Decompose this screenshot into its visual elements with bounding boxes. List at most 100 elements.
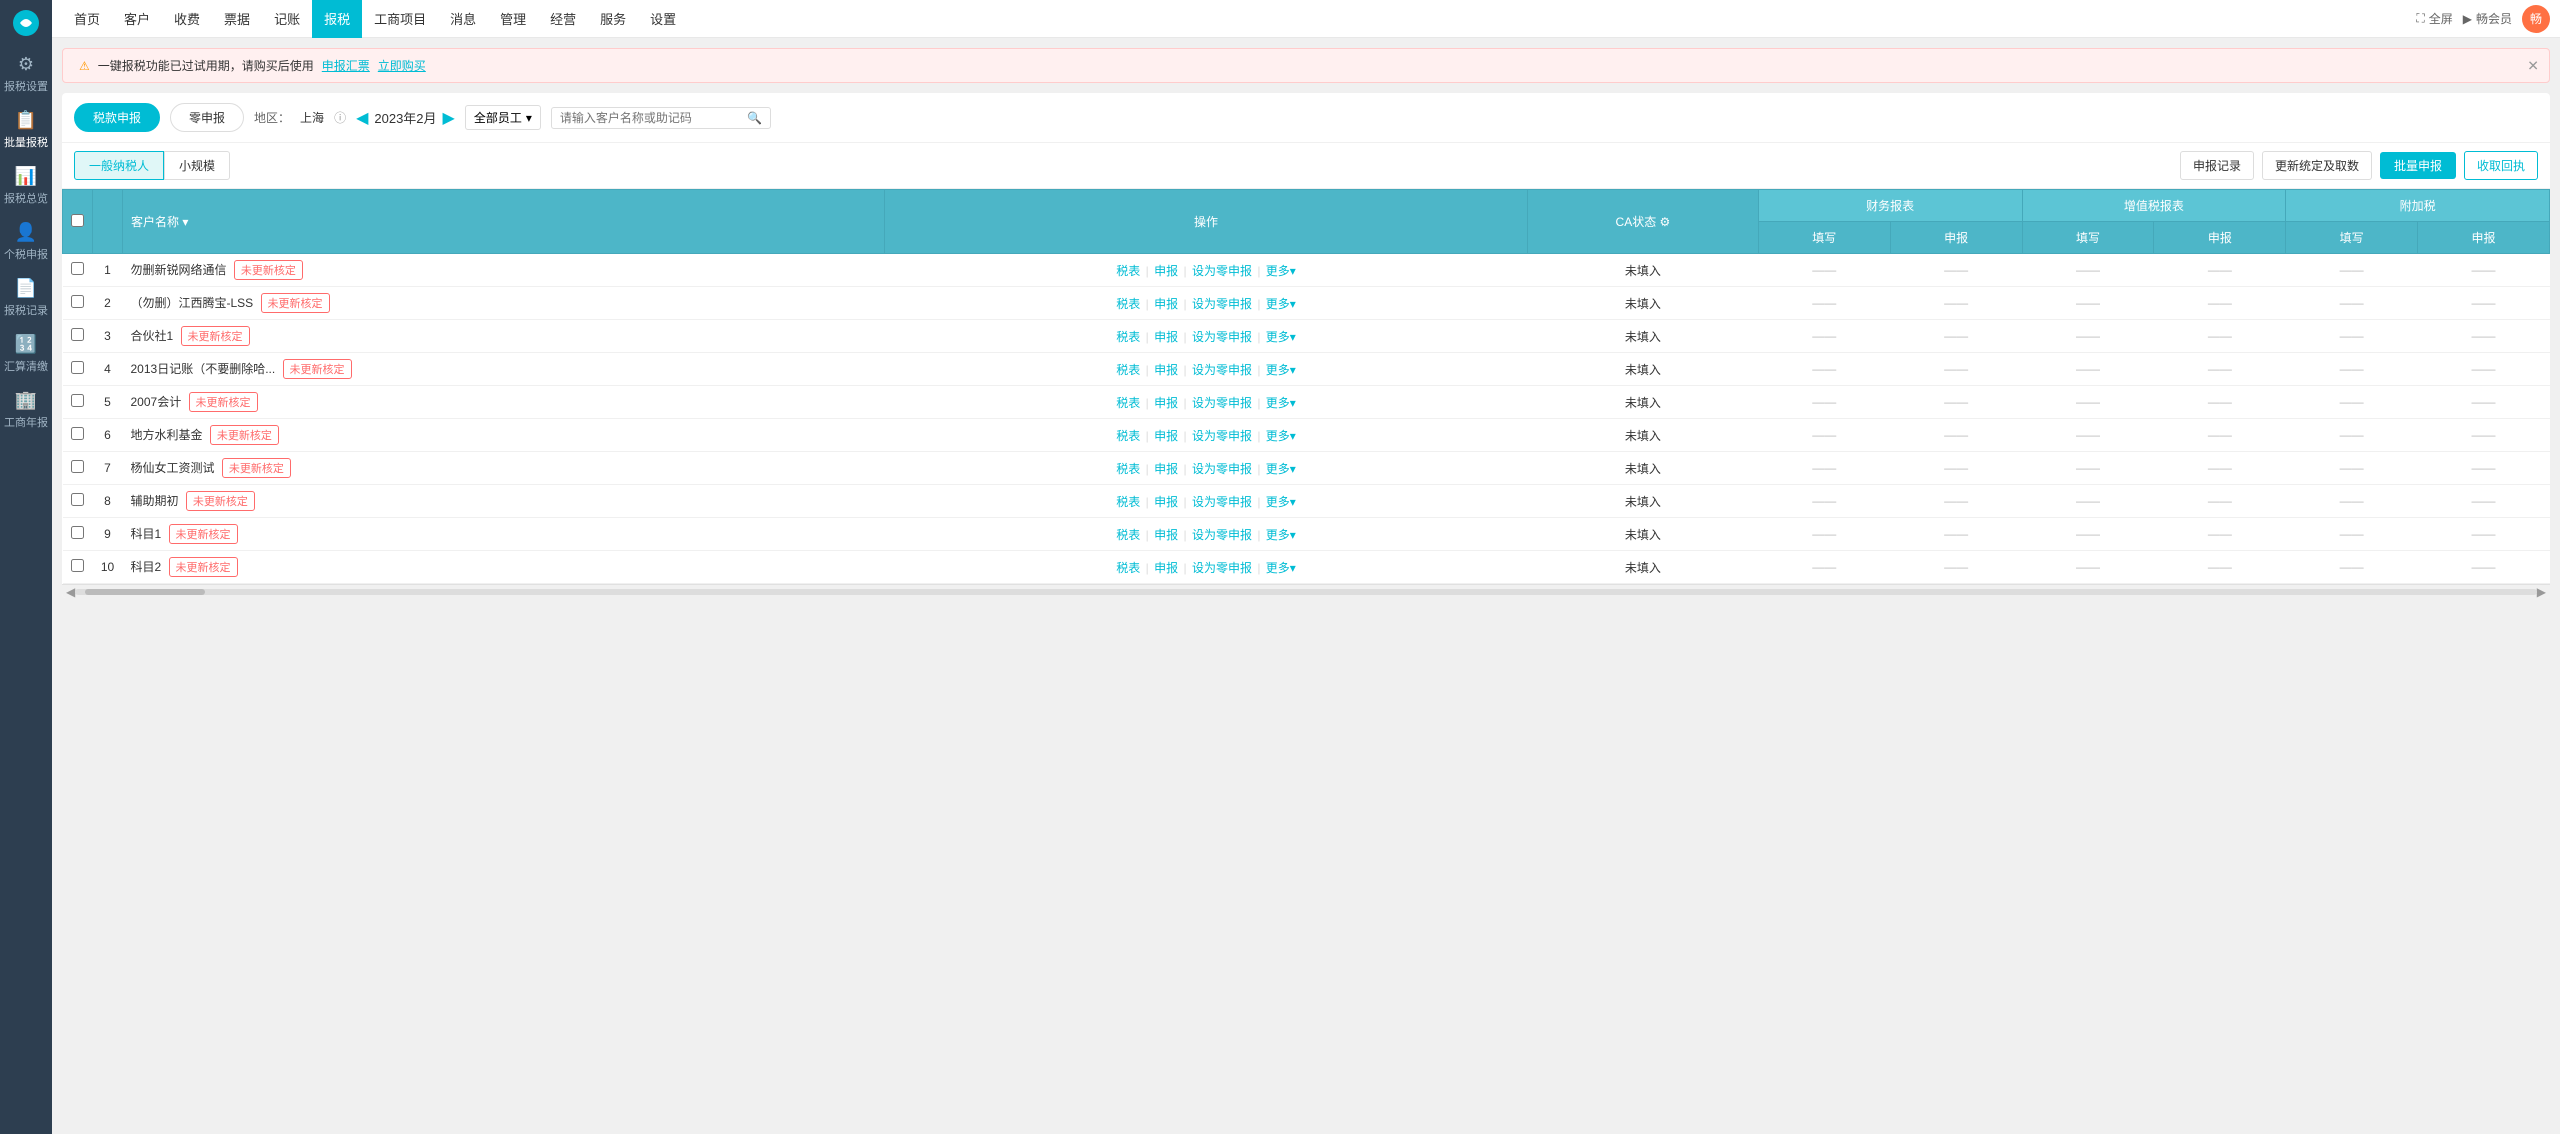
op-more-button[interactable]: 更多▾ [1266,462,1296,476]
client-name-text: 辅助期初 [131,494,179,508]
op-tax-link[interactable]: 税表 [1116,363,1140,377]
op-report-link[interactable]: 申报 [1154,297,1178,311]
notice-link-report[interactable]: 申报汇票 [322,57,370,74]
nav-service[interactable]: 服务 [588,0,638,38]
nav-client[interactable]: 客户 [112,0,162,38]
op-tax-link[interactable]: 税表 [1116,297,1140,311]
row-checkbox[interactable] [71,493,84,506]
op-zero-link[interactable]: 设为零申报 [1192,495,1252,509]
op-report-link[interactable]: 申报 [1154,264,1178,278]
op-report-link[interactable]: 申报 [1154,396,1178,410]
avatar[interactable]: 畅 [2522,5,2550,33]
retrieve-button[interactable]: 收取回执 [2464,151,2538,180]
row-checkbox[interactable] [71,526,84,539]
row-checkbox[interactable] [71,427,84,440]
op-zero-link[interactable]: 设为零申报 [1192,528,1252,542]
op-more-button[interactable]: 更多▾ [1266,297,1296,311]
date-next-button[interactable]: ▶ [443,108,455,128]
status-tag: 未更新核定 [169,557,238,577]
sidebar-item-tax-settings[interactable]: ⚙ 报税设置 [0,46,52,102]
search-icon[interactable]: 🔍 [747,111,762,125]
op-tax-link[interactable]: 税表 [1116,429,1140,443]
date-prev-button[interactable]: ◀ [356,108,368,128]
member-button[interactable]: ▶ 畅会员 [2463,10,2512,27]
row-fill2: —— [2022,386,2154,419]
search-input[interactable] [560,111,741,125]
op-zero-link[interactable]: 设为零申报 [1192,561,1252,575]
op-report-link[interactable]: 申报 [1154,528,1178,542]
sidebar-item-tax-records[interactable]: 📄 报税记录 [0,270,52,326]
op-tax-link[interactable]: 税表 [1116,462,1140,476]
row-checkbox[interactable] [71,295,84,308]
row-checkbox[interactable] [71,559,84,572]
notice-link-buy[interactable]: 立即购买 [378,57,426,74]
op-more-button[interactable]: 更多▾ [1266,561,1296,575]
op-report-link[interactable]: 申报 [1154,429,1178,443]
fullscreen-button[interactable]: ⛶ 全屏 [2416,10,2452,27]
nav-manage[interactable]: 管理 [488,0,538,38]
batch-declare-button[interactable]: 批量申报 [2380,152,2456,179]
row-fill1: —— [1758,485,1890,518]
horizontal-scrollbar[interactable]: ◀ ▶ [62,584,2550,598]
record-button[interactable]: 申报记录 [2180,151,2254,180]
nav-billing[interactable]: 收费 [162,0,212,38]
op-zero-link[interactable]: 设为零申报 [1192,330,1252,344]
op-tax-link[interactable]: 税表 [1116,528,1140,542]
nav-invoice[interactable]: 票据 [212,0,262,38]
op-more-button[interactable]: 更多▾ [1266,264,1296,278]
op-report-link[interactable]: 申报 [1154,363,1178,377]
op-zero-link[interactable]: 设为零申报 [1192,264,1252,278]
nav-settings[interactable]: 设置 [638,0,688,38]
sidebar-item-batch-tax[interactable]: 📋 批量报税 [0,102,52,158]
notice-close-button[interactable]: ✕ [2527,57,2539,74]
op-zero-link[interactable]: 设为零申报 [1192,363,1252,377]
select-all-checkbox[interactable] [71,214,84,227]
row-checkbox[interactable] [71,394,84,407]
dept-selector[interactable]: 全部员工 ▾ [465,105,541,130]
op-tax-link[interactable]: 税表 [1116,396,1140,410]
row-checkbox[interactable] [71,361,84,374]
op-more-button[interactable]: 更多▾ [1266,528,1296,542]
row-checkbox[interactable] [71,460,84,473]
op-tax-link[interactable]: 税表 [1116,561,1140,575]
op-report-link[interactable]: 申报 [1154,495,1178,509]
tab-tax-declaration[interactable]: 税款申报 [74,103,160,132]
op-more-button[interactable]: 更多▾ [1266,495,1296,509]
taxpayer-small-button[interactable]: 小规模 [164,151,230,180]
op-zero-link[interactable]: 设为零申报 [1192,297,1252,311]
row-client-name: 2013日记账（不要删除哈... 未更新核定 [123,353,885,386]
sidebar-item-personal-tax[interactable]: 👤 个税申报 [0,214,52,270]
op-tax-link[interactable]: 税表 [1116,264,1140,278]
nav-operation[interactable]: 经营 [538,0,588,38]
nav-accounting[interactable]: 记账 [262,0,312,38]
row-checkbox[interactable] [71,262,84,275]
sidebar-item-tax-overview[interactable]: 📊 报税总览 [0,158,52,214]
op-more-button[interactable]: 更多▾ [1266,396,1296,410]
op-report-link[interactable]: 申报 [1154,330,1178,344]
app-logo[interactable] [0,0,52,46]
op-tax-link[interactable]: 税表 [1116,330,1140,344]
nav-messages[interactable]: 消息 [438,0,488,38]
scroll-left-arrow[interactable]: ◀ [66,585,75,599]
scroll-right-arrow[interactable]: ▶ [2537,585,2546,599]
tab-zero-declaration[interactable]: 零申报 [170,103,244,132]
nav-tax[interactable]: 报税 [312,0,362,38]
row-checkbox[interactable] [71,328,84,341]
op-report-link[interactable]: 申报 [1154,462,1178,476]
taxpayer-general-button[interactable]: 一般纳税人 [74,151,164,180]
nav-business[interactable]: 工商项目 [362,0,438,38]
sidebar-item-annual-report[interactable]: 🏢 工商年报 [0,382,52,438]
op-tax-link[interactable]: 税表 [1116,495,1140,509]
update-button[interactable]: 更新统定及取数 [2262,151,2372,180]
op-zero-link[interactable]: 设为零申报 [1192,462,1252,476]
op-more-button[interactable]: 更多▾ [1266,363,1296,377]
op-zero-link[interactable]: 设为零申报 [1192,429,1252,443]
op-report-link[interactable]: 申报 [1154,561,1178,575]
op-more-button[interactable]: 更多▾ [1266,429,1296,443]
sidebar-item-settlement[interactable]: 🔢 汇算清缴 [0,326,52,382]
nav-home[interactable]: 首页 [62,0,112,38]
op-zero-link[interactable]: 设为零申报 [1192,396,1252,410]
info-icon[interactable]: ⓘ [334,109,346,126]
op-more-button[interactable]: 更多▾ [1266,330,1296,344]
scroll-thumb[interactable] [85,589,205,595]
